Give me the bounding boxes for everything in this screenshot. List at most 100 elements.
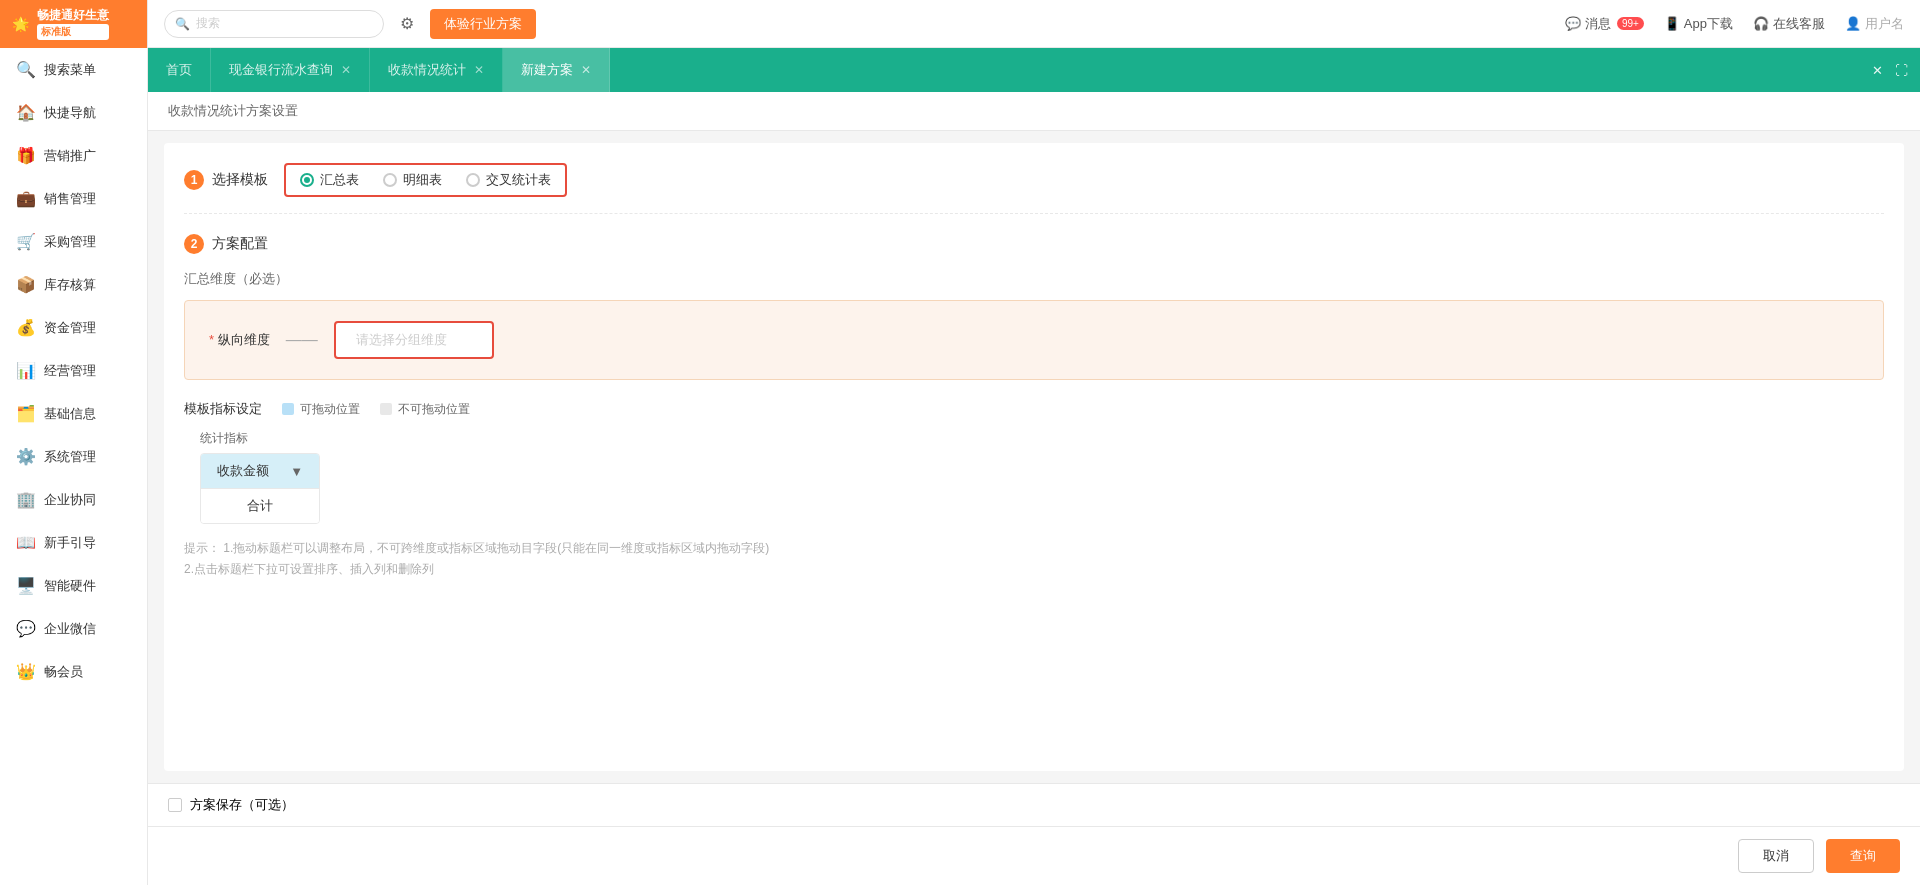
step2-section: 2 方案配置 汇总维度（必选） * 纵向维度 —— 请选择分组维度	[184, 234, 1884, 578]
drag-legend-dot	[282, 403, 294, 415]
tip2: 2.点击标题栏下拉可设置排序、插入列和删除列	[184, 561, 1884, 578]
radio-dot-detail	[383, 173, 397, 187]
online-service-label: 在线客服	[1773, 15, 1825, 33]
tab-new-plan-close[interactable]: ✕	[581, 63, 591, 77]
home-icon: 🏠	[16, 103, 36, 122]
tab-maximize-icon[interactable]: ⛶	[1895, 63, 1908, 78]
dimension-box: * 纵向维度 —— 请选择分组维度	[184, 300, 1884, 380]
online-service-action[interactable]: 🎧 在线客服	[1753, 15, 1825, 33]
sidebar-label-marketing: 营销推广	[44, 147, 96, 165]
tab-bar-right: ✕ ⛶	[1860, 48, 1920, 92]
sidebar-item-guide[interactable]: 📖 新手引导	[0, 521, 147, 564]
service-icon: 🎧	[1753, 16, 1769, 31]
search-box[interactable]: 🔍 搜索	[164, 10, 384, 38]
tab-bank-flow[interactable]: 现金银行流水查询 ✕	[211, 48, 370, 92]
query-button[interactable]: 查询	[1826, 839, 1900, 873]
logo-name: 畅捷通好生意	[37, 8, 109, 24]
tab-collection-stats[interactable]: 收款情况统计 ✕	[370, 48, 503, 92]
user-icon: 👤	[1845, 16, 1861, 31]
top-bar-actions: 💬 消息 99+ 📱 App下载 🎧 在线客服 👤 用户名	[1565, 15, 1904, 33]
vertical-dim-text: 纵向维度	[218, 332, 270, 347]
inventory-icon: 📦	[16, 275, 36, 294]
radio-summary[interactable]: 汇总表	[300, 171, 359, 189]
step1-label: 选择模板	[212, 171, 268, 189]
nodrag-legend-label: 不可拖动位置	[398, 401, 470, 418]
gift-icon: 🎁	[16, 146, 36, 165]
tab-new-plan[interactable]: 新建方案 ✕	[503, 48, 610, 92]
radio-detail[interactable]: 明细表	[383, 171, 442, 189]
sidebar-item-basic-info[interactable]: 🗂️ 基础信息	[0, 392, 147, 435]
sidebar-label-wechat: 企业微信	[44, 620, 96, 638]
sidebar-item-hardware[interactable]: 🖥️ 智能硬件	[0, 564, 147, 607]
sidebar-item-system[interactable]: ⚙️ 系统管理	[0, 435, 147, 478]
sidebar-item-search-menu[interactable]: 🔍 搜索菜单	[0, 48, 147, 91]
save-row: 方案保存（可选）	[148, 783, 1920, 826]
template-radio-group: 汇总表 明细表 交叉统计表	[284, 163, 567, 197]
message-badge: 99+	[1617, 17, 1644, 30]
sidebar-item-purchase[interactable]: 🛒 采购管理	[0, 220, 147, 263]
non-draggable-legend: 不可拖动位置	[380, 401, 470, 418]
radio-detail-label: 明细表	[403, 171, 442, 189]
sidebar-item-marketing[interactable]: 🎁 营销推广	[0, 134, 147, 177]
basic-info-icon: 🗂️	[16, 404, 36, 423]
sidebar-item-inventory[interactable]: 📦 库存核算	[0, 263, 147, 306]
tab-home-label: 首页	[166, 61, 192, 79]
dim-select-placeholder: 请选择分组维度	[356, 332, 447, 347]
search-icon: 🔍	[175, 17, 190, 31]
sidebar-item-quick-nav[interactable]: 🏠 快捷导航	[0, 91, 147, 134]
purchase-icon: 🛒	[16, 232, 36, 251]
sidebar-label-purchase: 采购管理	[44, 233, 96, 251]
sidebar-label-basic-info: 基础信息	[44, 405, 96, 423]
sidebar-label-finance: 资金管理	[44, 319, 96, 337]
breadcrumb: 收款情况统计方案设置	[148, 92, 1920, 131]
nodrag-legend-dot	[380, 403, 392, 415]
logo-icon: 🌟	[12, 16, 29, 32]
message-label: 消息	[1585, 15, 1611, 33]
sidebar-item-sales[interactable]: 💼 销售管理	[0, 177, 147, 220]
dim-select[interactable]: 请选择分组维度	[334, 321, 494, 359]
message-action[interactable]: 💬 消息 99+	[1565, 15, 1644, 33]
industry-button[interactable]: 体验行业方案	[430, 9, 536, 39]
enterprise-icon: 🏢	[16, 490, 36, 509]
tab-new-plan-label: 新建方案	[521, 61, 573, 79]
sidebar-label-sales: 销售管理	[44, 190, 96, 208]
page-content: 收款情况统计方案设置 1 选择模板 汇总表 明细表	[148, 92, 1920, 885]
search-placeholder: 搜索	[196, 15, 220, 32]
finance-icon: 💰	[16, 318, 36, 337]
save-checkbox[interactable]	[168, 798, 182, 812]
metrics-header-text: 收款金额	[217, 462, 269, 480]
draggable-legend: 可拖动位置	[282, 401, 360, 418]
sidebar-item-operations[interactable]: 📊 经营管理	[0, 349, 147, 392]
radio-dot-cross	[466, 173, 480, 187]
metrics-dropdown-icon[interactable]: ▼	[290, 464, 303, 479]
tab-close-all-icon[interactable]: ✕	[1872, 63, 1883, 78]
dim-arrow: ——	[286, 331, 318, 349]
hardware-icon: 🖥️	[16, 576, 36, 595]
cancel-button[interactable]: 取消	[1738, 839, 1814, 873]
radio-cross[interactable]: 交叉统计表	[466, 171, 551, 189]
required-star: *	[209, 332, 214, 347]
metrics-header-row: 模板指标设定 可拖动位置 不可拖动位置	[184, 400, 1884, 418]
gear-icon[interactable]: ⚙	[400, 14, 414, 33]
sidebar-item-wechat[interactable]: 💬 企业微信	[0, 607, 147, 650]
user-action[interactable]: 👤 用户名	[1845, 15, 1904, 33]
wechat-icon: 💬	[16, 619, 36, 638]
tab-collection-stats-close[interactable]: ✕	[474, 63, 484, 77]
sidebar-item-member[interactable]: 👑 畅会员	[0, 650, 147, 693]
sidebar-item-enterprise[interactable]: 🏢 企业协同	[0, 478, 147, 521]
sidebar-label-hardware: 智能硬件	[44, 577, 96, 595]
tab-home[interactable]: 首页	[148, 48, 211, 92]
tab-collection-stats-label: 收款情况统计	[388, 61, 466, 79]
step2-row: 2 方案配置	[184, 234, 1884, 254]
download-icon: 📱	[1664, 16, 1680, 31]
app-download-action[interactable]: 📱 App下载	[1664, 15, 1733, 33]
bottom-bar: 取消 查询	[148, 826, 1920, 885]
tab-bank-flow-close[interactable]: ✕	[341, 63, 351, 77]
sidebar: 🌟 畅捷通好生意 标准版 🔍 搜索菜单 🏠 快捷导航 🎁 营销推广 💼 销售管理…	[0, 0, 148, 885]
sales-icon: 💼	[16, 189, 36, 208]
user-label: 用户名	[1865, 15, 1904, 33]
metrics-header-cell[interactable]: 收款金额 ▼	[201, 454, 319, 488]
sidebar-item-finance[interactable]: 💰 资金管理	[0, 306, 147, 349]
sidebar-label-enterprise: 企业协同	[44, 491, 96, 509]
step2-label: 方案配置	[212, 235, 268, 253]
